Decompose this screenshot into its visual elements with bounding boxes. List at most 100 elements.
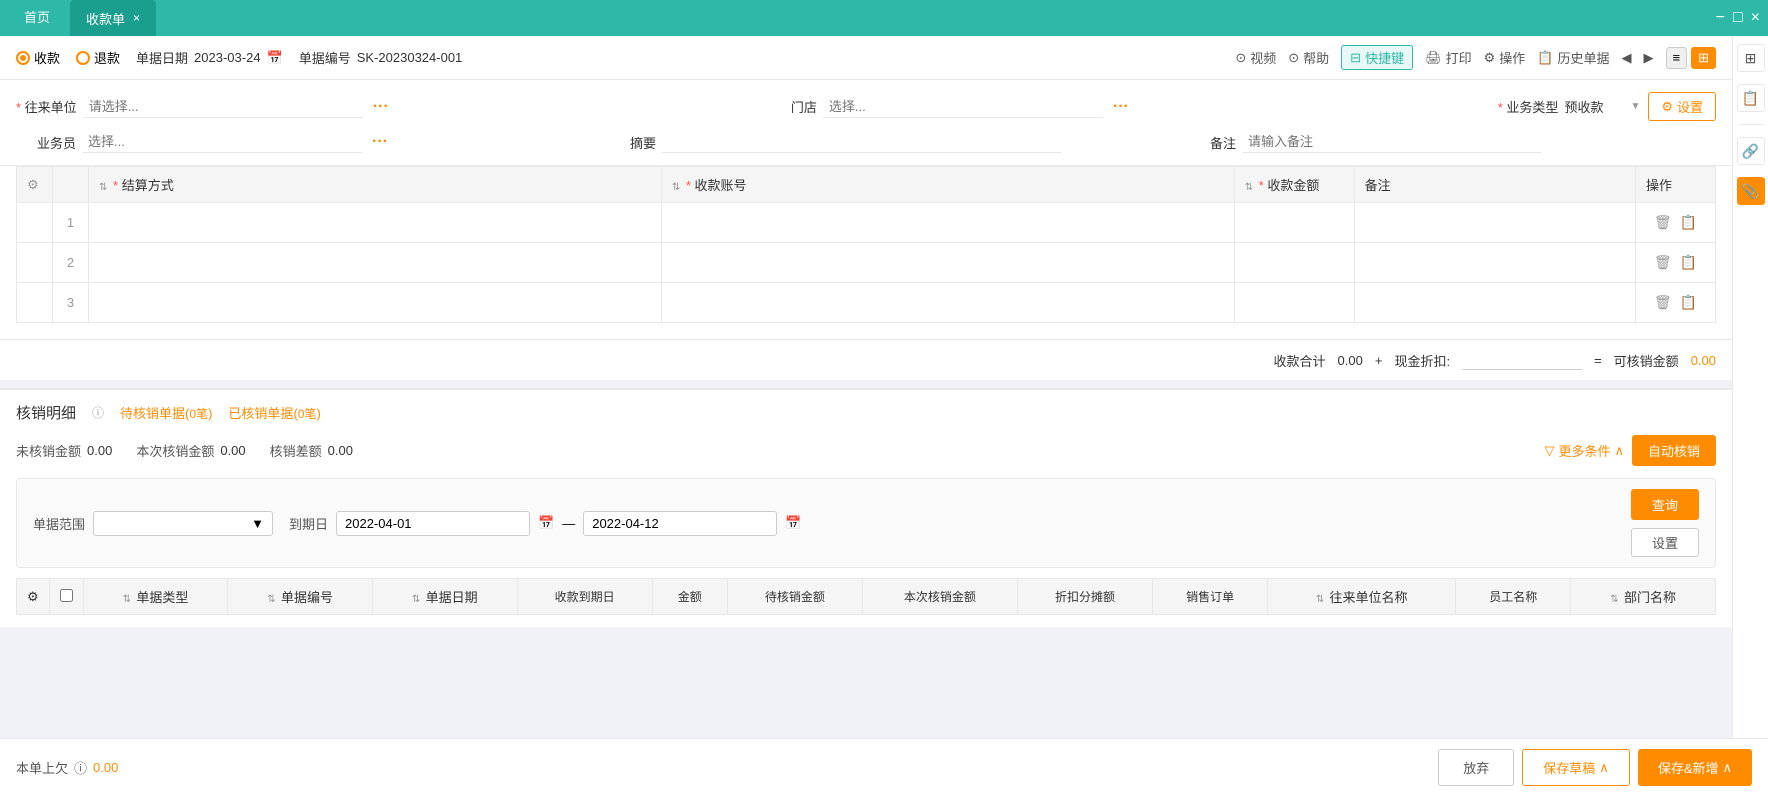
settlement-cell-3[interactable]: [89, 283, 662, 323]
bottom-table-gear[interactable]: ⚙: [27, 589, 39, 604]
col-pending-amt: 待核销金额: [727, 579, 862, 615]
prev-icon[interactable]: ◀: [1622, 50, 1632, 66]
receipt-radio-dot: [16, 51, 30, 65]
settlement-cell-1[interactable]: [89, 203, 662, 243]
help-btn[interactable]: ⊙ 帮助: [1288, 48, 1329, 67]
unverified-stat: 未核销金额 0.00: [16, 441, 112, 460]
maximize-icon[interactable]: □: [1733, 9, 1743, 27]
verify-actions: ▽ 更多条件 ∧ 自动核销: [1544, 435, 1716, 466]
grid-view-btn[interactable]: ⊞: [1691, 47, 1716, 69]
range-select[interactable]: ▼: [93, 511, 273, 536]
summary-group: 摘要: [596, 131, 1136, 153]
delete-icon-1[interactable]: 🗑: [1654, 214, 1672, 231]
biz-type-dropdown-icon[interactable]: ▼: [1630, 101, 1640, 112]
video-btn[interactable]: ⊙ 视频: [1235, 48, 1276, 67]
pending-tab[interactable]: 待核销单据(0笔): [120, 403, 212, 422]
abandon-btn[interactable]: 放弃: [1438, 749, 1514, 786]
minimize-icon[interactable]: −: [1716, 9, 1725, 27]
done-tab[interactable]: 已核销单据(0笔): [228, 403, 320, 422]
filter-settings-btn[interactable]: 设置: [1631, 528, 1699, 557]
receivable-label: 可核销金额: [1614, 351, 1679, 370]
delete-icon-3[interactable]: 🗑: [1654, 294, 1672, 311]
sidebar-clipboard-icon[interactable]: 📋: [1737, 84, 1765, 112]
sidebar-link-icon[interactable]: 🔗: [1737, 137, 1765, 165]
draft-btn[interactable]: 保存草稿 ∧: [1522, 749, 1630, 786]
verify-title: 核销明细: [16, 402, 76, 423]
biz-type-label: 业务类型: [1498, 97, 1559, 116]
delete-icon-2[interactable]: 🗑: [1654, 254, 1672, 271]
more-conditions-btn[interactable]: ▽ 更多条件 ∧: [1544, 441, 1624, 460]
keyboard-icon: ⊟: [1350, 50, 1361, 66]
history-icon: 📋: [1537, 50, 1553, 66]
salesman-more-icon[interactable]: ···: [372, 133, 388, 151]
history-btn[interactable]: 📋 历史单据: [1537, 48, 1609, 67]
remark-cell-3[interactable]: [1354, 283, 1635, 323]
sidebar-table-icon[interactable]: ⊞: [1737, 44, 1765, 72]
save-chevron-icon[interactable]: ∧: [1722, 760, 1732, 776]
refund-radio[interactable]: 退款: [76, 48, 120, 67]
copy-icon-1[interactable]: 📋: [1680, 214, 1697, 231]
auto-verify-btn[interactable]: 自动核销: [1632, 435, 1716, 466]
apps-icon: ⚙: [1484, 50, 1496, 66]
remark-group: 备注: [1176, 131, 1716, 153]
print-btn[interactable]: 🖨 打印: [1425, 48, 1472, 67]
account-cell-1[interactable]: [661, 203, 1234, 243]
settings-button[interactable]: ⚙ 设置: [1648, 92, 1716, 121]
right-sidebar: ⊞ 📋 🔗 📎: [1732, 36, 1768, 796]
row-num-header: [53, 167, 89, 203]
verify-info-icon[interactable]: ⓘ: [92, 404, 104, 421]
calendar-from-icon[interactable]: 📅: [538, 515, 554, 531]
footer-info: 本单上欠 ⓘ 0.00: [16, 758, 118, 777]
discount-input[interactable]: [1462, 350, 1582, 370]
table-gear-icon[interactable]: ⚙: [27, 177, 39, 192]
col-action: 操作: [1636, 167, 1716, 203]
list-view-btn[interactable]: ≡: [1666, 47, 1688, 69]
account-cell-3[interactable]: [661, 283, 1234, 323]
filter-icon: ▽: [1544, 443, 1554, 459]
receipt-radio[interactable]: 收款: [16, 48, 60, 67]
account-cell-2[interactable]: [661, 243, 1234, 283]
total-value: 0.00: [1338, 353, 1363, 368]
type-radio-group: 收款 退款: [16, 48, 120, 67]
info-icon: ⓘ: [74, 758, 87, 777]
operation-btn[interactable]: ⚙ 操作: [1484, 48, 1526, 67]
close-icon[interactable]: ×: [1751, 9, 1760, 27]
calendar-icon[interactable]: 📅: [267, 50, 283, 66]
store-more-icon[interactable]: ···: [1113, 98, 1129, 116]
col-settlement: ⇅ * 结算方式: [89, 167, 662, 203]
amount-cell-1[interactable]: [1234, 203, 1354, 243]
tab-home[interactable]: 首页: [8, 0, 66, 36]
footer-label: 本单上欠: [16, 758, 68, 777]
remark-input[interactable]: [1242, 131, 1542, 153]
select-all-checkbox[interactable]: [60, 589, 73, 602]
copy-icon-3[interactable]: 📋: [1680, 294, 1697, 311]
remark-cell-1[interactable]: [1354, 203, 1635, 243]
remark-cell-2[interactable]: [1354, 243, 1635, 283]
calendar-to-icon[interactable]: 📅: [785, 515, 801, 531]
draft-chevron-icon[interactable]: ∧: [1599, 760, 1609, 776]
date-from-input[interactable]: [336, 511, 530, 536]
counterpart-more-icon[interactable]: ···: [373, 98, 389, 116]
date-to-input[interactable]: [583, 511, 777, 536]
footer: 本单上欠 ⓘ 0.00 放弃 保存草稿 ∧ 保存&新增 ∧: [0, 738, 1768, 796]
next-icon[interactable]: ▶: [1644, 50, 1654, 66]
save-btn[interactable]: 保存&新增 ∧: [1638, 749, 1752, 786]
store-input[interactable]: [823, 96, 1103, 118]
col-dept: ⇅ 部门名称: [1571, 579, 1716, 615]
date-field: 单据日期 2023-03-24 📅: [136, 48, 283, 67]
query-btn[interactable]: 查询: [1631, 489, 1699, 520]
amount-cell-3[interactable]: [1234, 283, 1354, 323]
settlement-cell-2[interactable]: [89, 243, 662, 283]
tab-current[interactable]: 收款单 ×: [70, 0, 156, 36]
sidebar-attach-icon[interactable]: 📎: [1737, 177, 1765, 205]
summary-input[interactable]: [662, 131, 1062, 153]
counterpart-input[interactable]: [83, 96, 363, 118]
shortcut-btn[interactable]: ⊟ 快捷键: [1341, 45, 1413, 70]
filter-row: 单据范围 ▼ 到期日 📅 — 📅 查询 设置: [16, 478, 1716, 568]
verify-stats: 未核销金额 0.00 本次核销金额 0.00 核销差额 0.00 ▽ 更多条件 …: [16, 435, 1716, 466]
salesman-input[interactable]: [82, 131, 362, 153]
amount-cell-2[interactable]: [1234, 243, 1354, 283]
tab-close-icon[interactable]: ×: [133, 11, 140, 25]
col-sales-order: 销售订单: [1153, 579, 1268, 615]
copy-icon-2[interactable]: 📋: [1680, 254, 1697, 271]
